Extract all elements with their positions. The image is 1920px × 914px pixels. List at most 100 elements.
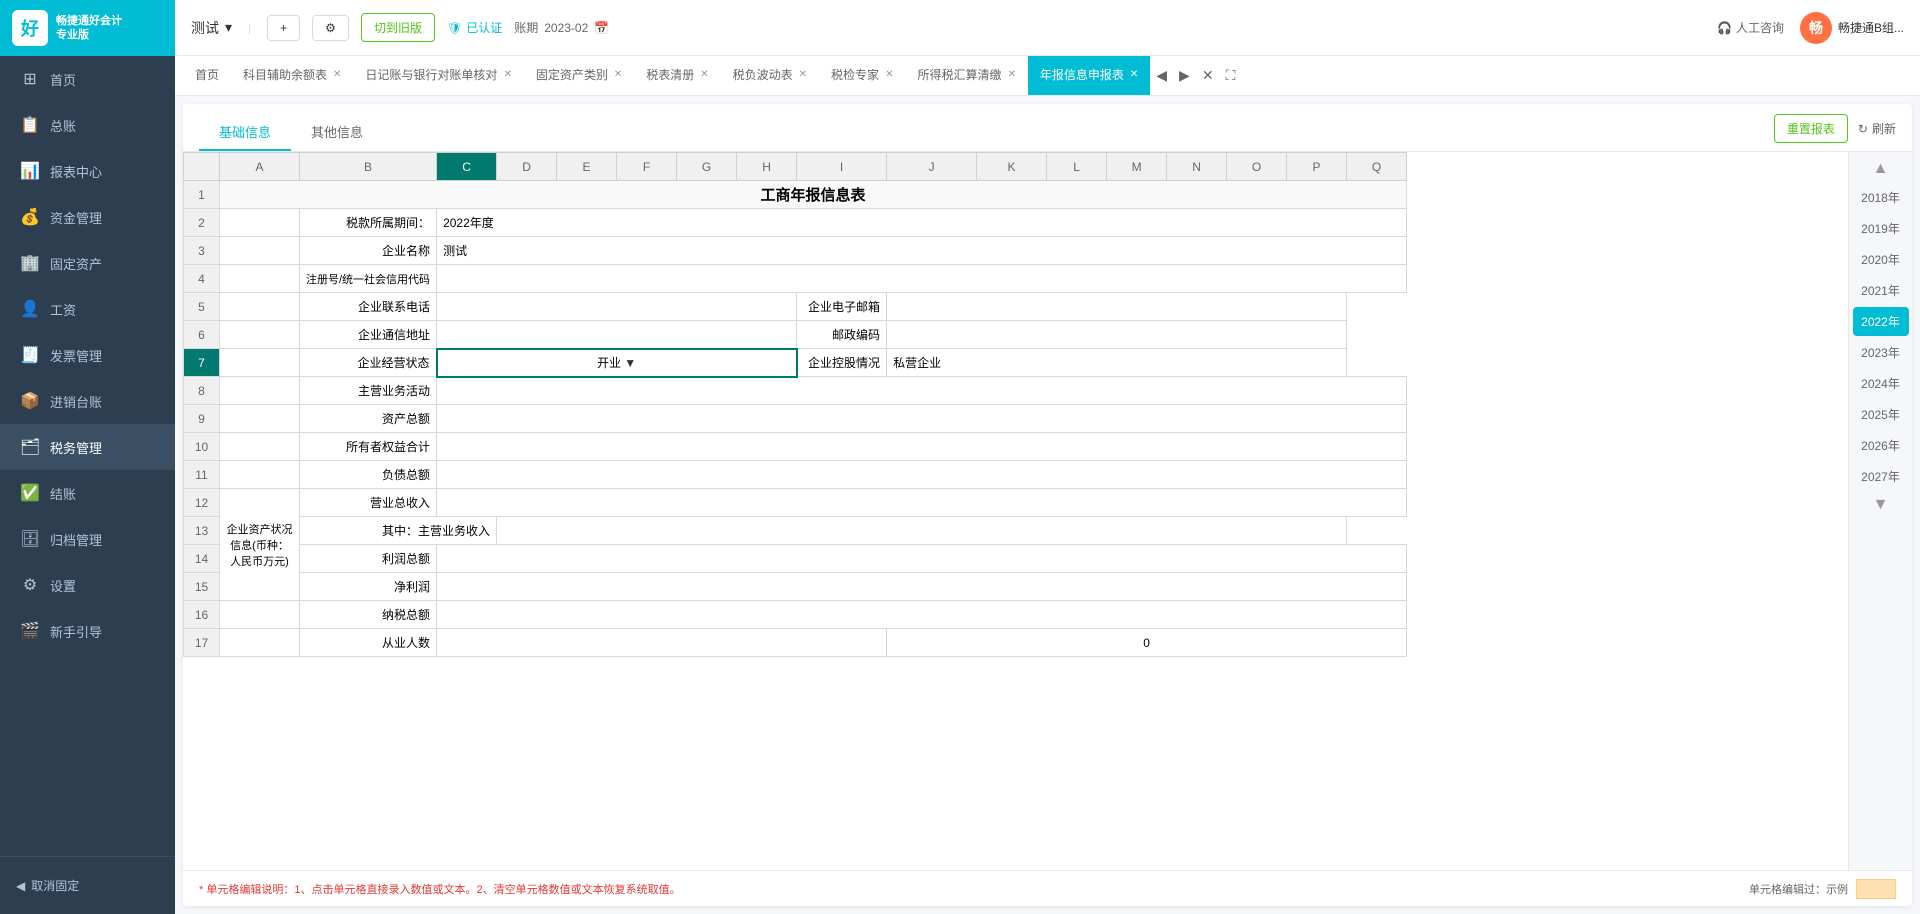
cell-3-2[interactable]: 企业名称 (300, 237, 437, 265)
sidebar-item-资金管理[interactable]: 💰资金管理 (0, 194, 175, 240)
cell-6-1[interactable] (220, 321, 300, 349)
cell-3-1[interactable] (220, 237, 300, 265)
cell-14-2[interactable] (437, 545, 1407, 573)
company-selector[interactable]: 测试 ▾ (191, 18, 232, 38)
cell-12-2[interactable]: 营业总收入 (300, 489, 437, 517)
sidebar-item-报表中心[interactable]: 📊报表中心 (0, 148, 175, 194)
cell-17-2[interactable]: 从业人数 (300, 629, 437, 657)
year-item-2023年[interactable]: 2023年 (1853, 338, 1909, 367)
cell-13-2[interactable] (497, 517, 1347, 545)
year-item-2025年[interactable]: 2025年 (1853, 400, 1909, 429)
cell-12-1[interactable]: 企业资产状况信息(币种：人民币万元) (220, 489, 300, 601)
cell-9-1[interactable] (220, 405, 300, 433)
tab-close-6[interactable]: ✕ (885, 69, 893, 80)
tab-close-5[interactable]: ✕ (799, 69, 807, 80)
cell-10-3[interactable] (437, 433, 1407, 461)
cell-9-2[interactable]: 资产总额 (300, 405, 437, 433)
cell-16-2[interactable]: 纳税总额 (300, 601, 437, 629)
spreadsheet-main[interactable]: ABCDEFGHIJKLMNOPQ1工商年报信息表2税款所属期间：2022年度3… (183, 152, 1848, 870)
cell-10-2[interactable]: 所有者权益合计 (300, 433, 437, 461)
sidebar-item-新手引导[interactable]: 🎬新手引导 (0, 608, 175, 654)
cell-1-1[interactable]: 工商年报信息表 (220, 181, 1407, 209)
cell-6-4[interactable]: 邮政编码 (797, 321, 887, 349)
cell-5-1[interactable] (220, 293, 300, 321)
cell-10-1[interactable] (220, 433, 300, 461)
switch-old-btn[interactable]: 切到旧版 (361, 13, 435, 42)
tab-prev-btn[interactable]: ◀ (1150, 67, 1173, 84)
form-tab-0[interactable]: 基础信息 (199, 114, 291, 151)
year-item-2022年[interactable]: 2022年 (1853, 307, 1909, 336)
year-scroll-down-btn[interactable]: ▼ (1849, 492, 1912, 518)
sidebar-item-发票管理[interactable]: 🧾发票管理 (0, 332, 175, 378)
cell-3-3[interactable]: 测试 (437, 237, 1407, 265)
tab-close-all-btn[interactable]: ✕ (1196, 67, 1220, 84)
cell-4-1[interactable] (220, 265, 300, 293)
year-item-2019年[interactable]: 2019年 (1853, 214, 1909, 243)
tab-close-1[interactable]: ✕ (333, 69, 341, 80)
user-profile[interactable]: 畅 畅捷通B组... (1800, 12, 1904, 44)
cell-17-3[interactable] (437, 629, 887, 657)
cell-16-3[interactable] (437, 601, 1407, 629)
year-item-2024年[interactable]: 2024年 (1853, 369, 1909, 398)
cell-6-3[interactable] (437, 321, 797, 349)
tab-close-8[interactable]: ✕ (1130, 69, 1138, 80)
sidebar-item-进销台账[interactable]: 📦进销台账 (0, 378, 175, 424)
cell-6-5[interactable] (887, 321, 1347, 349)
refresh-btn[interactable]: ↻ 刷新 (1858, 120, 1896, 137)
cell-12-3[interactable] (437, 489, 1407, 517)
tab-8[interactable]: 年报信息申报表✕ (1028, 56, 1150, 96)
tab-close-2[interactable]: ✕ (503, 69, 511, 80)
cell-15-2[interactable] (437, 573, 1407, 601)
cell-7-3[interactable]: 开业 ▼ (437, 349, 797, 377)
year-item-2018年[interactable]: 2018年 (1853, 183, 1909, 212)
cell-7-1[interactable] (220, 349, 300, 377)
cell-14-1[interactable]: 利润总额 (300, 545, 437, 573)
add-btn[interactable]: + (267, 15, 300, 41)
tab-expand-btn[interactable]: ⛶ (1220, 67, 1242, 84)
cell-11-1[interactable] (220, 461, 300, 489)
tab-0[interactable]: 首页 (183, 56, 231, 96)
cell-4-2[interactable]: 注册号/统一社会信用代码 (300, 265, 437, 293)
cell-2-1[interactable] (220, 209, 300, 237)
cell-15-1[interactable]: 净利润 (300, 573, 437, 601)
form-tab-1[interactable]: 其他信息 (291, 114, 383, 151)
cell-7-4[interactable]: 企业控股情况 (797, 349, 887, 377)
cell-6-2[interactable]: 企业通信地址 (300, 321, 437, 349)
cell-13-1[interactable]: 其中：主营业务收入 (300, 517, 497, 545)
settings-btn[interactable]: ⚙ (312, 15, 349, 41)
cell-11-3[interactable] (437, 461, 1407, 489)
tab-7[interactable]: 所得税汇算清缴✕ (905, 56, 1027, 96)
cell-4-3[interactable] (437, 265, 1407, 293)
cell-5-3[interactable] (437, 293, 797, 321)
tab-close-3[interactable]: ✕ (614, 69, 622, 80)
sidebar-item-工资[interactable]: 👤工资 (0, 286, 175, 332)
tab-close-4[interactable]: ✕ (700, 69, 708, 80)
cell-7-5[interactable]: 私营企业 (887, 349, 1347, 377)
year-item-2020年[interactable]: 2020年 (1853, 245, 1909, 274)
tab-1[interactable]: 科目辅助余额表✕ (231, 56, 353, 96)
year-item-2021年[interactable]: 2021年 (1853, 276, 1909, 305)
year-scroll-up-btn[interactable]: ▲ (1849, 156, 1912, 182)
sidebar-item-固定资产[interactable]: 🏢固定资产 (0, 240, 175, 286)
tab-close-7[interactable]: ✕ (1007, 69, 1015, 80)
cell-16-1[interactable] (220, 601, 300, 629)
cell-17-4[interactable]: 0 (887, 629, 1407, 657)
cell-11-2[interactable]: 负债总额 (300, 461, 437, 489)
cell-17-1[interactable] (220, 629, 300, 657)
cancel-fixed-btn[interactable]: ◀ 取消固定 (0, 867, 175, 904)
cell-5-2[interactable]: 企业联系电话 (300, 293, 437, 321)
year-item-2026年[interactable]: 2026年 (1853, 431, 1909, 460)
cell-2-3[interactable]: 2022年度 (437, 209, 1407, 237)
service-btn[interactable]: 🎧 人工咨询 (1717, 19, 1784, 36)
cell-8-3[interactable] (437, 377, 1407, 405)
tab-3[interactable]: 固定资产类别✕ (524, 56, 634, 96)
cell-8-2[interactable]: 主营业务活动 (300, 377, 437, 405)
sidebar-item-结账[interactable]: ✅结账 (0, 470, 175, 516)
sidebar-item-归档管理[interactable]: 🗄归档管理 (0, 516, 175, 562)
reset-report-btn[interactable]: 重置报表 (1774, 114, 1848, 143)
sidebar-item-税务管理[interactable]: 🗂税务管理 (0, 424, 175, 470)
tab-next-btn[interactable]: ▶ (1173, 67, 1196, 84)
tab-2[interactable]: 日记账与银行对账单核对✕ (353, 56, 523, 96)
cell-5-5[interactable] (887, 293, 1347, 321)
tab-6[interactable]: 税检专家✕ (819, 56, 905, 96)
